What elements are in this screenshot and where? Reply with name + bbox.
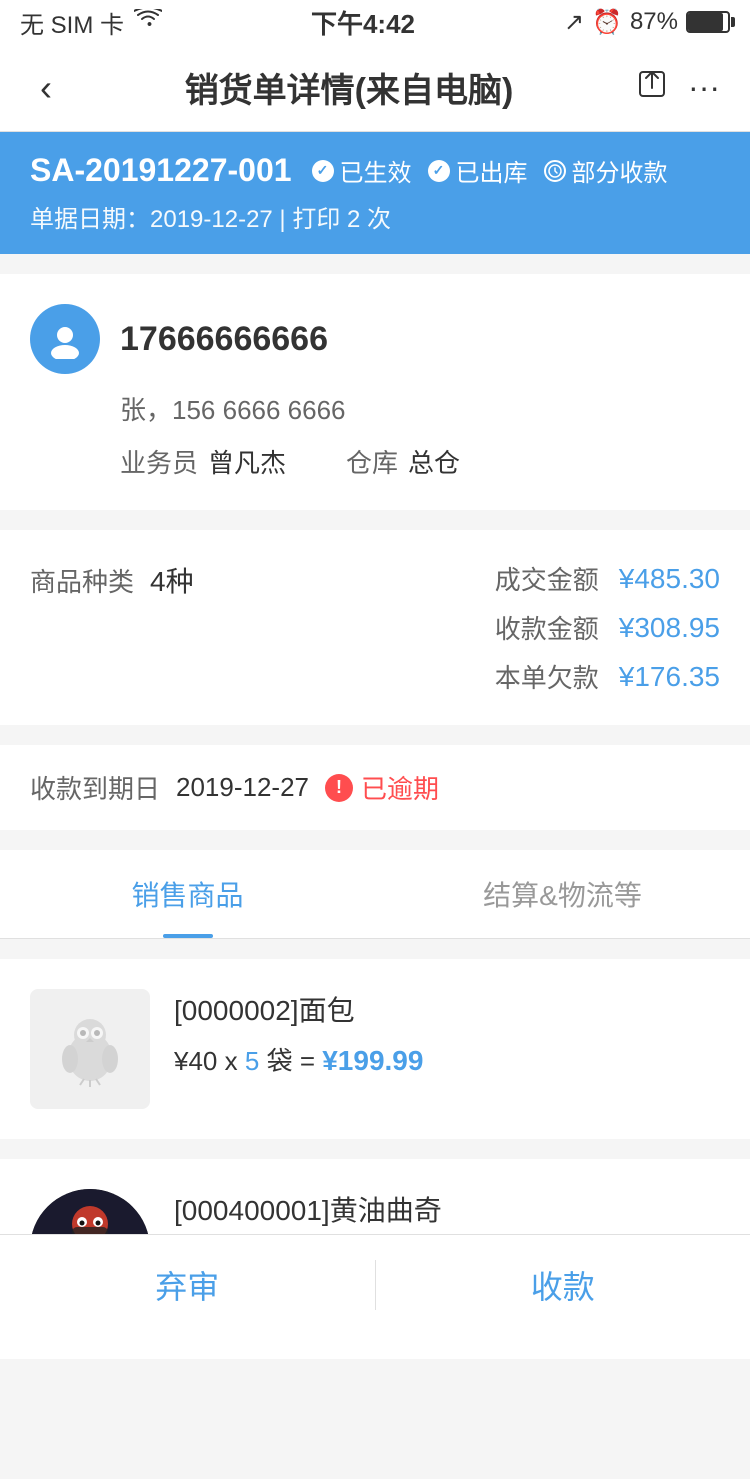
header-banner: SA-20191227-001 ✓ 已生效 ✓ 已出库: [0, 132, 750, 254]
debt-value: ¥176.35: [619, 661, 720, 693]
price-eq-1: =: [300, 1046, 322, 1076]
debt-label: 本单欠款: [495, 658, 599, 695]
battery-icon: [686, 11, 730, 33]
sales-person-value: 曾凡杰: [208, 443, 286, 480]
order-number: SA-20191227-001: [30, 152, 292, 189]
tab-sales-products[interactable]: 销售商品: [0, 850, 375, 938]
carrier-text: 无 SIM 卡: [20, 5, 124, 40]
transaction-amount-value: ¥485.30: [619, 563, 720, 595]
badge-partial: 部分收款: [544, 153, 668, 188]
qty-1: 5: [245, 1046, 259, 1076]
due-date-label: 收款到期日: [30, 769, 160, 806]
bottom-actions: 弃审 收款: [0, 1234, 750, 1334]
collected-amount-value: ¥308.95: [619, 612, 720, 644]
location-icon: ↗: [564, 8, 584, 37]
category-value: 4种: [150, 560, 194, 600]
stats-left: 商品种类 4种: [30, 560, 194, 600]
tabs-header: 销售商品 结算&物流等: [0, 850, 750, 939]
overdue-badge: ! 已逾期: [325, 769, 439, 806]
transaction-amount-line: 成交金额 ¥485.30: [495, 560, 720, 597]
warehouse-info: 仓库 总仓: [346, 443, 460, 480]
stats-section: 商品种类 4种 成交金额 ¥485.30 收款金额 ¥308.95 本单欠款 ¥…: [0, 530, 750, 725]
due-date-value: 2019-12-27: [176, 772, 309, 803]
badge-effected: ✓ 已生效: [312, 153, 412, 188]
more-icon[interactable]: ···: [688, 69, 720, 106]
wifi-icon: [134, 8, 162, 36]
page-title: 销货单详情(来自电脑): [185, 63, 514, 112]
price-base-1: ¥40: [174, 1046, 217, 1076]
category-label: 商品种类: [30, 562, 134, 599]
price-x-1: x: [225, 1046, 245, 1076]
warehouse-label: 仓库: [346, 443, 398, 480]
unit-1: 袋: [267, 1046, 293, 1076]
tab-active-underline: [163, 934, 213, 938]
product-name-2: [000400001]黄油曲奇: [174, 1189, 720, 1229]
transaction-amount-label: 成交金额: [495, 560, 599, 597]
tab-sales-products-label: 销售商品: [131, 880, 243, 911]
product-info-1: [0000002]面包 ¥40 x 5 袋 = ¥199.99: [174, 989, 720, 1078]
nav-bar: ‹ 销货单详情(来自电脑) ···: [0, 44, 750, 132]
nav-actions: ···: [636, 68, 720, 108]
price-total-1: ¥199.99: [322, 1045, 423, 1076]
confirm-button[interactable]: 收款: [376, 1235, 750, 1334]
status-badges: ✓ 已生效 ✓ 已出库: [312, 153, 668, 188]
customer-section: 17666666666 张，156 6666 6666 业务员 曾凡杰 仓库 总…: [0, 274, 750, 510]
product-price-1: ¥40 x 5 袋 = ¥199.99: [174, 1041, 720, 1078]
customer-info-row: 业务员 曾凡杰 仓库 总仓: [30, 443, 720, 480]
collected-amount-label: 收款金额: [495, 609, 599, 646]
collected-amount-line: 收款金额 ¥308.95: [495, 609, 720, 646]
avatar: [30, 304, 100, 374]
overdue-icon: !: [325, 774, 353, 802]
tabs-section: 销售商品 结算&物流等: [0, 850, 750, 939]
battery-percent: 87%: [630, 8, 678, 36]
badge-shipped-label: 已出库: [456, 153, 528, 188]
cancel-button[interactable]: 弃审: [0, 1235, 375, 1334]
overdue-text: 已逾期: [361, 769, 439, 806]
status-right: ↗ ⏰ 87%: [564, 8, 730, 37]
share-icon[interactable]: [636, 68, 668, 108]
tab-settlement-label: 结算&物流等: [483, 880, 642, 911]
product-name-1: [0000002]面包: [174, 989, 720, 1029]
badge-partial-label: 部分收款: [572, 153, 668, 188]
check-icon-1: ✓: [312, 160, 334, 182]
header-subtitle: 单据日期：2019-12-27 | 打印 2 次: [30, 199, 720, 234]
stats-row: 商品种类 4种 成交金额 ¥485.30 收款金额 ¥308.95 本单欠款 ¥…: [30, 560, 720, 695]
back-button[interactable]: ‹: [30, 57, 62, 119]
product-image-1: 象+: [30, 989, 150, 1109]
check-icon-2: ✓: [428, 160, 450, 182]
sales-person-info: 业务员 曾凡杰: [120, 443, 286, 480]
badge-shipped: ✓ 已出库: [428, 153, 528, 188]
stats-right: 成交金额 ¥485.30 收款金额 ¥308.95 本单欠款 ¥176.35: [495, 560, 720, 695]
tab-settlement[interactable]: 结算&物流等: [375, 850, 750, 938]
status-time: 下午4:42: [311, 4, 415, 41]
clock-icon: [544, 160, 566, 182]
customer-name-phone: 张，156 6666 6666: [30, 390, 720, 427]
status-bar: 无 SIM 卡 下午4:42 ↗ ⏰ 87%: [0, 0, 750, 44]
customer-phone: 17666666666: [120, 320, 328, 359]
status-left: 无 SIM 卡: [20, 5, 162, 40]
debt-line: 本单欠款 ¥176.35: [495, 658, 720, 695]
sales-person-label: 业务员: [120, 443, 198, 480]
alarm-icon: ⏰: [592, 8, 622, 37]
badge-effected-label: 已生效: [340, 153, 412, 188]
header-top-row: SA-20191227-001 ✓ 已生效 ✓ 已出库: [30, 152, 720, 189]
customer-top: 17666666666: [30, 304, 720, 374]
product-item-1: 象+ [0000002]面包 ¥40 x 5 袋 = ¥199.99: [0, 959, 750, 1139]
due-date-section: 收款到期日 2019-12-27 ! 已逾期: [0, 745, 750, 830]
warehouse-value: 总仓: [408, 443, 460, 480]
